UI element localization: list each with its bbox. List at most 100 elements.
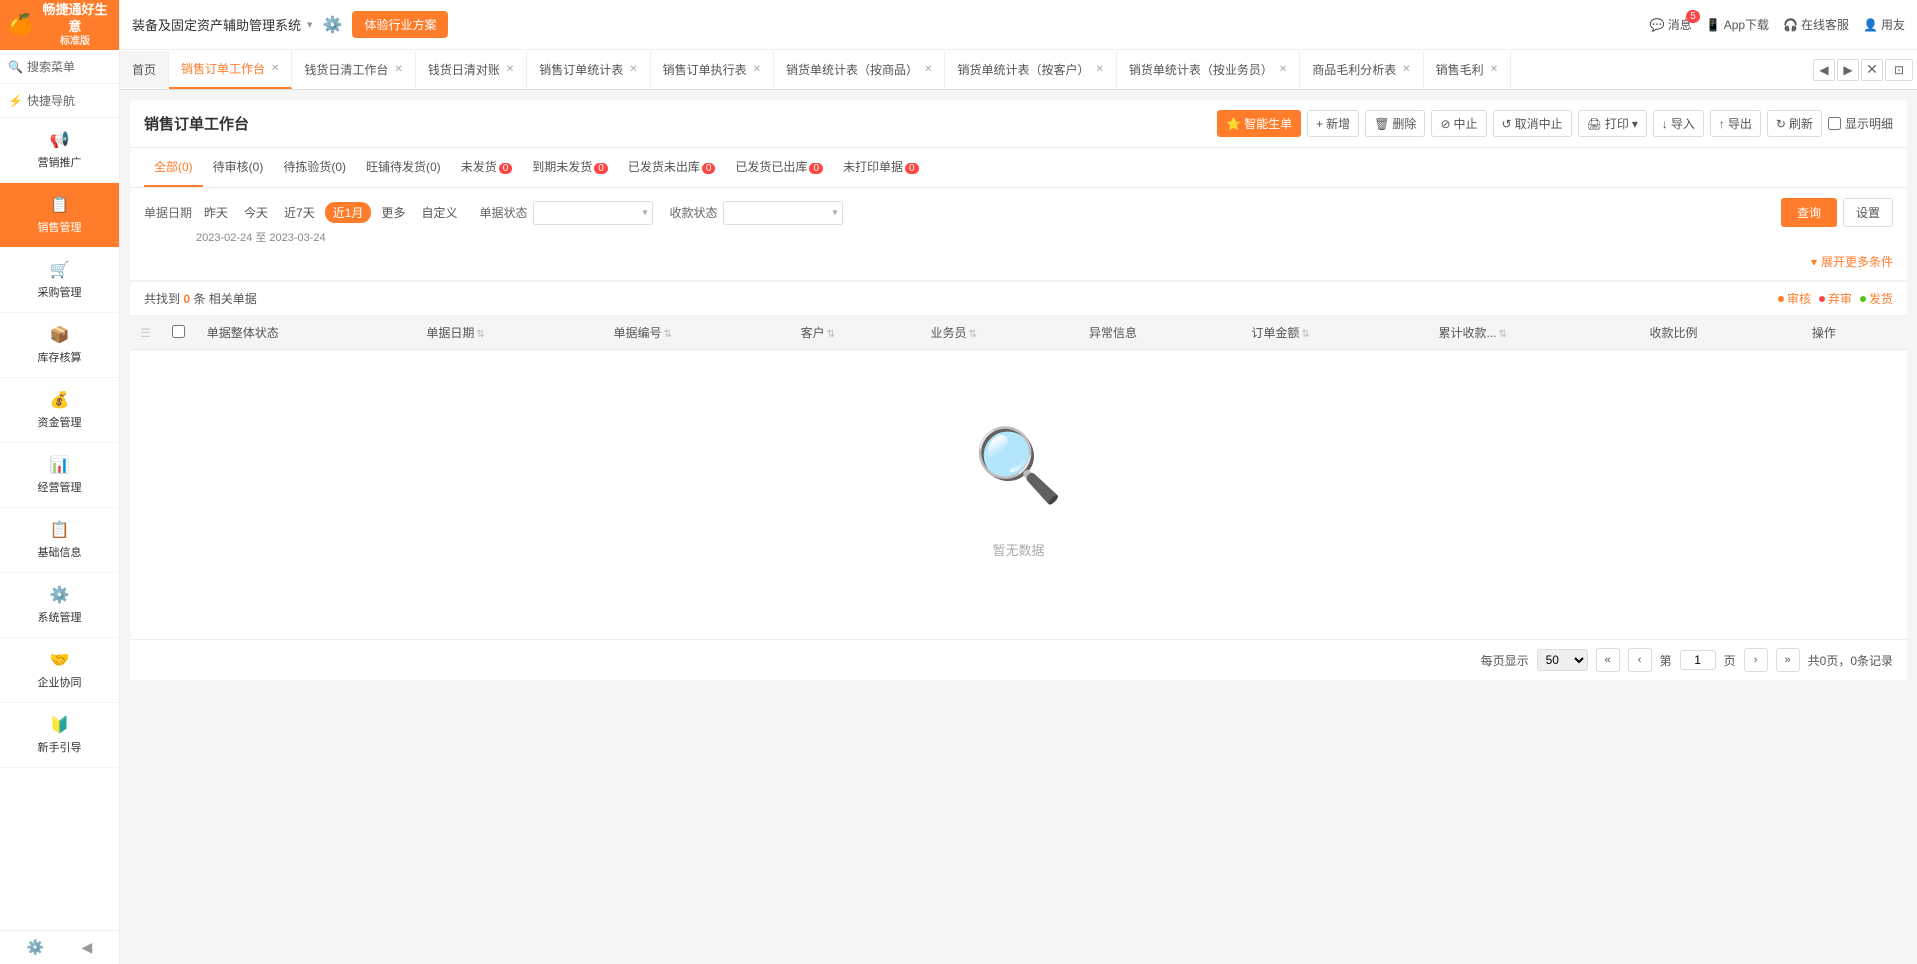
col-number[interactable]: 单据编号⇅ <box>604 316 791 350</box>
collapse-icon[interactable]: ◀ <box>82 939 93 956</box>
sidebar-item-marketing[interactable]: 📢 营销推广 <box>0 118 119 183</box>
date-opt-yesterday[interactable]: 昨天 <box>198 202 234 223</box>
tab-nav-expand[interactable]: ⊡ <box>1885 59 1913 81</box>
sidebar-item-enterprise[interactable]: 🤝 企业协同 <box>0 638 119 703</box>
refresh-button[interactable]: ↻ 刷新 <box>1767 110 1822 137</box>
date-opt-7days[interactable]: 近7天 <box>278 202 321 223</box>
tab-sales-stat-close[interactable]: ✕ <box>629 64 637 75</box>
expand-conditions-btn[interactable]: ▾ 展开更多条件 <box>1811 253 1893 270</box>
sidebar-item-guide[interactable]: 🔰 新手引导 <box>0 703 119 768</box>
table-scroll[interactable]: ☰ 单据整体状态 单据日期⇅ 单据编号⇅ <box>130 316 1907 350</box>
query-button[interactable]: 查询 <box>1781 198 1837 227</box>
tab-product-margin-close[interactable]: ✕ <box>1402 64 1410 75</box>
show-detail-label[interactable]: 显示明细 <box>1828 115 1893 132</box>
filter-tab-not-printed[interactable]: 未打印单据0 <box>833 148 929 187</box>
import-button[interactable]: ↓ 导入 <box>1653 110 1704 137</box>
tab-cash-daily[interactable]: 钱货日清工作台 ✕ <box>292 51 415 88</box>
date-opt-custom[interactable]: 自定义 <box>415 202 463 223</box>
tab-sales-stat[interactable]: 销售订单统计表 ✕ <box>527 51 650 88</box>
filter-tab-not-shipped[interactable]: 未发货0 <box>451 148 523 187</box>
print-button[interactable]: 🖨 打印 ▾ <box>1578 110 1647 137</box>
quick-nav[interactable]: ⚡ 快捷导航 <box>0 84 119 118</box>
tab-sales-workbench-close[interactable]: ✕ <box>271 63 279 74</box>
delete-button[interactable]: 🗑 删除 <box>1365 110 1425 137</box>
tab-cash-daily-close[interactable]: ✕ <box>394 64 402 75</box>
show-detail-checkbox[interactable] <box>1828 117 1841 130</box>
tab-shipment-staff[interactable]: 销货单统计表（按业务员） ✕ <box>1117 51 1300 88</box>
payment-select[interactable] <box>723 201 843 225</box>
date-opt-today[interactable]: 今天 <box>238 202 274 223</box>
solution-button[interactable]: 体验行业方案 <box>352 11 448 38</box>
sidebar-item-purchase[interactable]: 🛒 采购管理 <box>0 248 119 313</box>
tab-nav-next[interactable]: ▶ <box>1837 59 1859 81</box>
tab-cash-reconcile-close[interactable]: ✕ <box>506 64 514 75</box>
tab-shipment-product-close[interactable]: ✕ <box>924 64 932 75</box>
select-all-checkbox[interactable] <box>172 325 185 338</box>
title-dropdown-icon[interactable]: ▾ <box>307 18 313 31</box>
tab-shipment-product[interactable]: 销货单统计表（按商品） ✕ <box>774 51 945 88</box>
topbar-settings-icon[interactable]: ⚙️ <box>323 15 343 35</box>
status-select[interactable] <box>533 201 653 225</box>
filter-tab-expired-not-shipped[interactable]: 到期未发货0 <box>522 148 618 187</box>
ship-btn[interactable]: 发货 <box>1860 290 1893 307</box>
tab-shipment-customer[interactable]: 销货单统计表（按客户） ✕ <box>945 51 1116 88</box>
sidebar-item-system[interactable]: ⚙️ 系统管理 <box>0 573 119 638</box>
sidebar-item-sales[interactable]: 📋 销售管理 <box>0 183 119 248</box>
user-menu-btn[interactable]: 👤 用友 <box>1863 16 1905 33</box>
sidebar-item-operation[interactable]: 📊 经营管理 <box>0 443 119 508</box>
tab-home-label: 首页 <box>132 61 156 78</box>
per-page-select[interactable]: 50 10 20 100 <box>1537 649 1588 671</box>
tab-product-margin[interactable]: 商品毛利分析表 ✕ <box>1300 51 1423 88</box>
col-collected[interactable]: 累计收款...⇅ <box>1429 316 1640 350</box>
sidebar-item-basic[interactable]: 📋 基础信息 <box>0 508 119 573</box>
stop-button[interactable]: ⊘ 中止 <box>1431 110 1486 137</box>
page-first-btn[interactable]: « <box>1596 648 1620 672</box>
tab-shipment-staff-close[interactable]: ✕ <box>1279 64 1287 75</box>
tab-nav-prev[interactable]: ◀ <box>1813 59 1835 81</box>
tab-shipment-customer-close[interactable]: ✕ <box>1095 64 1103 75</box>
operation-icon: 📊 <box>50 455 70 475</box>
page-header: 销售订单工作台 ⭐ 智能生单 + 新增 🗑 删除 ⊘ 中止 <box>130 100 1907 148</box>
import-icon: ↓ <box>1662 117 1668 131</box>
filter-tab-shipped-out[interactable]: 已发货已出库0 <box>725 148 833 187</box>
page-prev-btn[interactable]: ‹ <box>1628 648 1652 672</box>
filter-tab-all[interactable]: 全部(0) <box>144 148 203 187</box>
add-button[interactable]: + 新增 <box>1307 110 1359 137</box>
message-btn[interactable]: 💬 消息 5 <box>1650 16 1692 33</box>
page-input[interactable] <box>1680 650 1716 670</box>
tab-sales-exec-close[interactable]: ✕ <box>753 64 761 75</box>
tab-cash-reconcile[interactable]: 钱货日清对账 ✕ <box>416 51 527 88</box>
page-last-btn[interactable]: » <box>1776 648 1800 672</box>
filter-tab-wangpu[interactable]: 旺铺待发货(0) <box>356 148 451 187</box>
search-menu[interactable]: 🔍 搜索菜单 <box>0 50 119 84</box>
cancel-stop-button[interactable]: ↺ 取消中止 <box>1493 110 1572 137</box>
date-opt-more[interactable]: 更多 <box>375 202 411 223</box>
filter-tab-shipped-not-out[interactable]: 已发货未出库0 <box>618 148 726 187</box>
sidebar-item-finance[interactable]: 💰 资金管理 <box>0 378 119 443</box>
tab-sales-profit-close[interactable]: ✕ <box>1490 64 1498 75</box>
col-date[interactable]: 单据日期⇅ <box>416 316 603 350</box>
smart-create-button[interactable]: ⭐ 智能生单 <box>1217 110 1301 137</box>
settings-gear-icon[interactable]: ⚙️ <box>27 939 44 956</box>
export-button[interactable]: ↑ 导出 <box>1710 110 1761 137</box>
online-service-btn[interactable]: 🎧 在线客服 <box>1783 16 1849 33</box>
tab-sales-profit[interactable]: 销售毛利 ✕ <box>1424 51 1511 88</box>
tab-sales-exec[interactable]: 销售订单执行表 ✕ <box>651 51 774 88</box>
setting-button[interactable]: 设置 <box>1843 198 1893 227</box>
col-amount[interactable]: 订单金额⇅ <box>1241 316 1428 350</box>
tab-sales-workbench[interactable]: 销售订单工作台 ✕ <box>169 50 292 89</box>
main-content: 装备及固定资产辅助管理系统 ▾ ⚙️ 体验行业方案 💬 消息 5 📱 App下载… <box>120 0 1917 964</box>
date-opt-1month[interactable]: 近1月 <box>325 202 372 223</box>
tab-home[interactable]: 首页 <box>120 51 169 88</box>
app-download-btn[interactable]: 📱 App下载 <box>1706 16 1769 33</box>
filter-tab-pending-review[interactable]: 待审核(0) <box>203 148 274 187</box>
sidebar-item-inventory[interactable]: 📦 库存核算 <box>0 313 119 378</box>
cancel-audit-btn[interactable]: 弃审 <box>1819 290 1852 307</box>
audit-btn[interactable]: 审核 <box>1778 290 1811 307</box>
col-customer[interactable]: 客户⇅ <box>791 316 921 350</box>
col-staff[interactable]: 业务员⇅ <box>921 316 1080 350</box>
filter-tab-pending-check[interactable]: 待拣验货(0) <box>273 148 356 187</box>
tab-nav-close-current[interactable]: ✕ <box>1861 59 1883 81</box>
page-next-btn[interactable]: › <box>1744 648 1768 672</box>
date-field: 单据日期 昨天 今天 近7天 近1月 更多 自定义 <box>144 202 463 223</box>
